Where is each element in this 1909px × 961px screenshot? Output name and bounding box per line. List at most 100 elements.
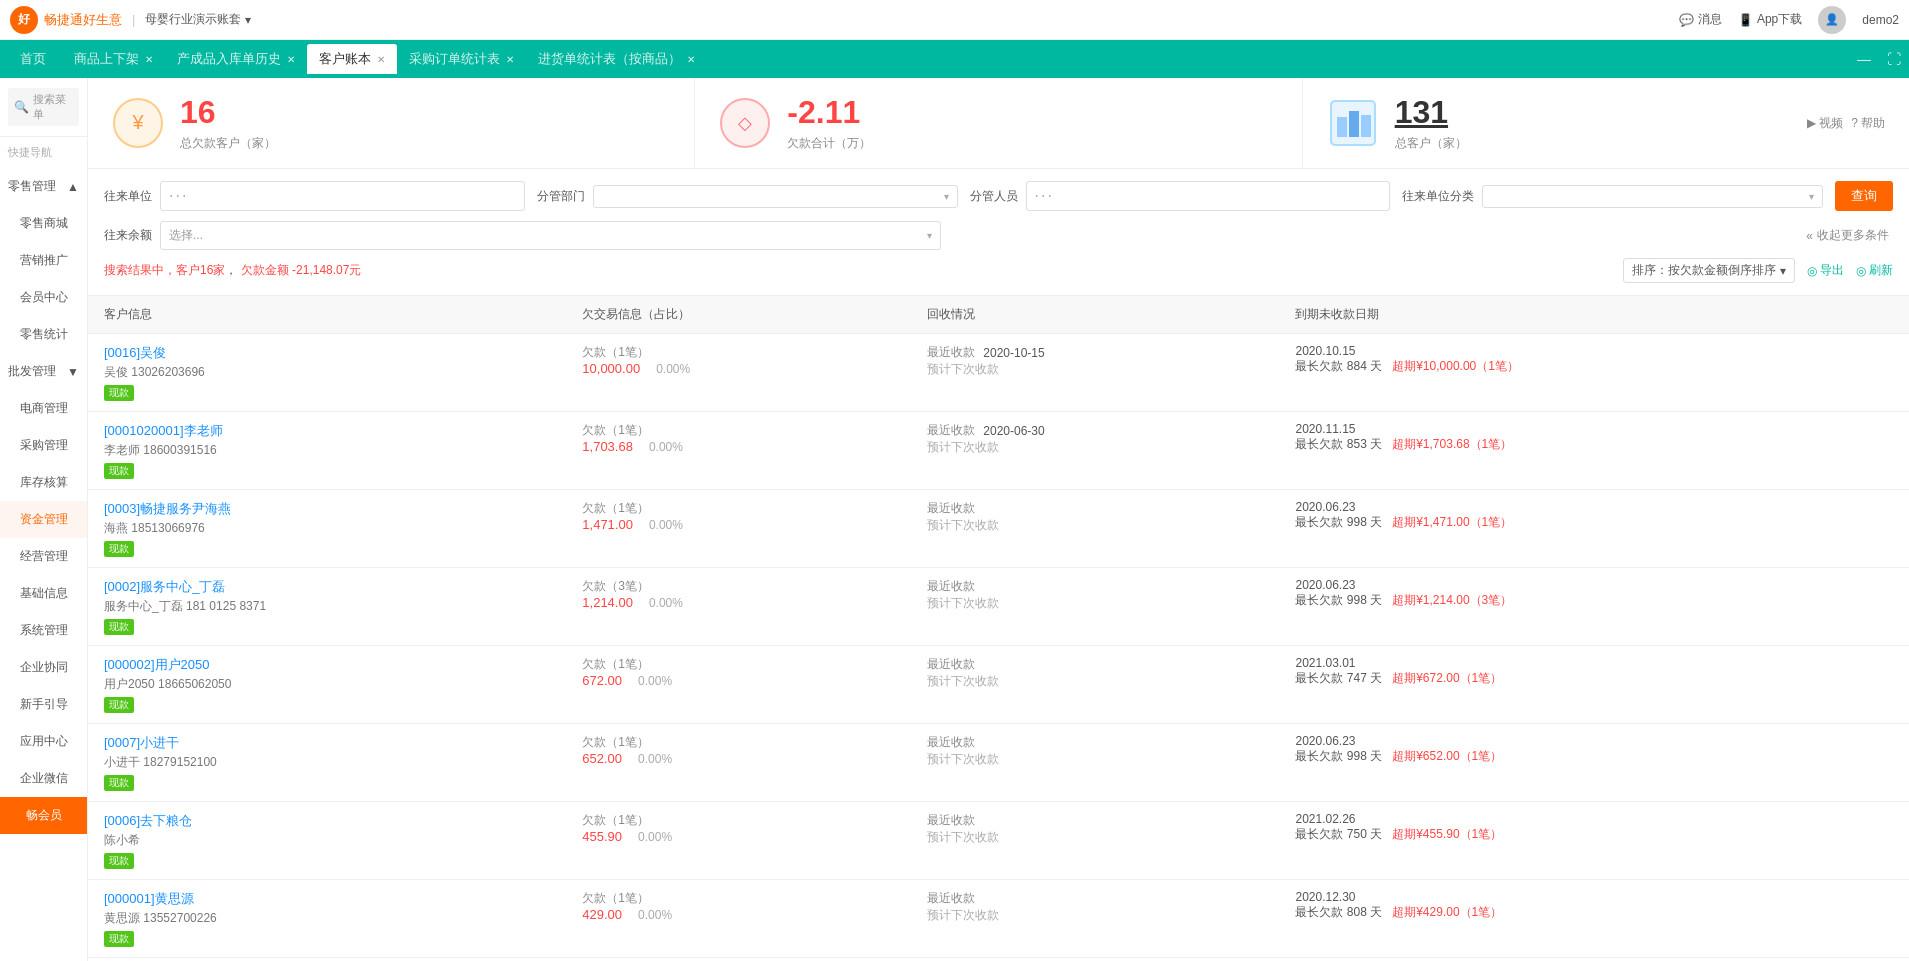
overdue-amount-0[interactable]: 超期¥10,000.00（1笔） — [1392, 358, 1519, 375]
filter-select-balance[interactable]: 选择... ▾ — [160, 221, 941, 250]
last-payment-label-5: 最近收款 — [927, 734, 975, 751]
company-selector[interactable]: 母婴行业演示账套 ▾ — [145, 11, 251, 28]
refresh-label: 刷新 — [1869, 262, 1893, 279]
sort-select[interactable]: 排序：按欠款金额倒序排序 ▾ — [1623, 258, 1795, 283]
export-button[interactable]: ◎ 导出 — [1807, 262, 1844, 279]
sidebar-item-ecom-mgmt[interactable]: 电商管理 — [0, 390, 87, 427]
due-date-7: 2020.12.30 — [1295, 890, 1893, 904]
debt-amount-0: 10,000.00 — [582, 361, 640, 376]
sidebar-item-new-guide[interactable]: 新手引导 — [0, 686, 87, 723]
tab-customer-account-close[interactable]: ✕ — [377, 54, 385, 65]
table-row: [0001020001]李老师 李老师 18600391516 现款 欠款（1笔… — [88, 412, 1909, 490]
last-payment-label-1: 最近收款 — [927, 422, 975, 439]
search-menu-box[interactable]: 🔍 搜索菜单 — [8, 88, 79, 126]
refresh-button[interactable]: ◎ 刷新 — [1856, 262, 1893, 279]
last-payment-label-4: 最近收款 — [927, 656, 975, 673]
customer-id-6[interactable]: [0006]去下粮仓 — [104, 812, 550, 830]
debt-amount-2: 1,471.00 — [582, 517, 633, 532]
tab-products-off[interactable]: 商品上下架 ✕ — [62, 44, 165, 74]
due-date-1: 2020.11.15 — [1295, 422, 1893, 436]
sidebar-item-marketing[interactable]: 营销推广 — [0, 242, 87, 279]
sidebar-item-retail-mall[interactable]: 零售商城 — [0, 205, 87, 242]
filter-group-balance: 往来余额 选择... ▾ — [104, 221, 941, 250]
customer-id-5[interactable]: [0007]小进干 — [104, 734, 550, 752]
filter-select-dept[interactable]: ▾ — [593, 185, 958, 208]
video-btn[interactable]: ▶ 视频 — [1807, 115, 1843, 132]
customer-id-7[interactable]: [000001]黄思源 — [104, 890, 550, 908]
filter-input-unit-value: ··· — [169, 187, 188, 205]
sidebar-item-member-center[interactable]: 会员中心 — [0, 279, 87, 316]
tab-purchase-order-close[interactable]: ✕ — [506, 54, 514, 65]
stat-total-debt: ◇ -2.11 欠款合计（万） — [695, 78, 1302, 168]
sidebar-item-vip-member[interactable]: 畅会员 — [0, 797, 87, 834]
sidebar-item-retail-stats[interactable]: 零售统计 — [0, 316, 87, 353]
overdue-amount-1[interactable]: 超期¥1,703.68（1笔） — [1392, 436, 1512, 453]
customer-tag-0: 现款 — [104, 385, 134, 401]
retail-stats-label: 零售统计 — [20, 327, 68, 341]
tab-products-off-close[interactable]: ✕ — [145, 54, 153, 65]
overdue-amount-4[interactable]: 超期¥672.00（1笔） — [1392, 670, 1502, 687]
tab-purchase-order-label: 采购订单统计表 — [409, 50, 500, 68]
filter-input-person[interactable]: ··· — [1026, 181, 1391, 211]
sidebar-item-basic-info[interactable]: 基础信息 — [0, 575, 87, 612]
enterprise-coop-label: 企业协同 — [20, 660, 68, 674]
stat-total-customers: 131 总客户（家） ▶ 视频 ? 帮助 — [1303, 78, 1909, 168]
ecom-mgmt-label: 电商管理 — [20, 401, 68, 415]
overdue-days-1: 最长欠款 853 天 — [1295, 436, 1382, 453]
sidebar-item-enterprise-coop[interactable]: 企业协同 — [0, 649, 87, 686]
customer-id-4[interactable]: [000002]用户2050 — [104, 656, 550, 674]
collapse-button[interactable]: « 收起更多条件 — [1802, 223, 1893, 248]
overdue-amount-7[interactable]: 超期¥429.00（1笔） — [1392, 904, 1502, 921]
customer-id-2[interactable]: [0003]畅捷服务尹海燕 — [104, 500, 550, 518]
tab-customer-account[interactable]: 客户账本 ✕ — [307, 44, 397, 74]
tab-home[interactable]: 首页 — [4, 44, 62, 74]
table-row: [0007]小进干 小进干 18279152100 现款 欠款（1笔） 652.… — [88, 724, 1909, 802]
tab-production-history[interactable]: 产成品入库单历史 ✕ — [165, 44, 307, 74]
help-btn[interactable]: ? 帮助 — [1851, 115, 1885, 132]
cell-collection-1: 最近收款 2020-06-30 预计下次收款 — [911, 412, 1279, 490]
tab-purchase-order[interactable]: 采购订单统计表 ✕ — [397, 44, 526, 74]
filter-input-unit[interactable]: ··· — [160, 181, 525, 211]
next-payment-3: 预计下次收款 — [927, 595, 1263, 612]
customer-id-1[interactable]: [0001020001]李老师 — [104, 422, 550, 440]
overdue-amount-2[interactable]: 超期¥1,471.00（1笔） — [1392, 514, 1512, 531]
due-date-4: 2021.03.01 — [1295, 656, 1893, 670]
tab-goods-stats[interactable]: 进货单统计表（按商品） ✕ — [526, 44, 707, 74]
cell-collection-4: 最近收款 预计下次收款 — [911, 646, 1279, 724]
due-date-6: 2021.02.26 — [1295, 812, 1893, 826]
customer-id-3[interactable]: [0002]服务中心_丁磊 — [104, 578, 550, 596]
table-row: [0002]服务中心_丁磊 服务中心_丁磊 181 0125 8371 现款 欠… — [88, 568, 1909, 646]
sidebar-item-inventory[interactable]: 库存核算 — [0, 464, 87, 501]
sidebar-item-retail-mgmt[interactable]: 零售管理 ▲ — [0, 168, 87, 205]
filter-select-category[interactable]: ▾ — [1482, 185, 1823, 208]
overdue-amount-3[interactable]: 超期¥1,214.00（3笔） — [1392, 592, 1512, 609]
search-button[interactable]: 查询 — [1835, 181, 1893, 211]
sidebar-item-batch-mgmt[interactable]: 批发管理 ▼ — [0, 353, 87, 390]
tab-production-history-close[interactable]: ✕ — [287, 54, 295, 65]
app-download-btn[interactable]: 📱 App下载 — [1738, 11, 1802, 28]
customer-phone-4: 用户2050 18665062050 — [104, 676, 550, 693]
sidebar-item-finance[interactable]: 资金管理 — [0, 501, 87, 538]
nav-maximize-btn[interactable]: ⛶ — [1883, 47, 1905, 71]
tab-goods-stats-close[interactable]: ✕ — [687, 54, 695, 65]
sidebar-item-enterprise-wechat[interactable]: 企业微信 — [0, 760, 87, 797]
sidebar-item-purchase-mgmt[interactable]: 采购管理 — [0, 427, 87, 464]
sidebar-item-app-center[interactable]: 应用中心 — [0, 723, 87, 760]
customer-tag-2: 现款 — [104, 541, 134, 557]
message-btn[interactable]: 💬 消息 — [1679, 11, 1722, 28]
cell-customer-info-4: [000002]用户2050 用户2050 18665062050 现款 — [88, 646, 566, 724]
filter-row-2: 往来余额 选择... ▾ « 收起更多条件 — [104, 221, 1893, 250]
user-avatar[interactable]: 👤 — [1818, 6, 1846, 34]
last-payment-label-7: 最近收款 — [927, 890, 975, 907]
overdue-amount-5[interactable]: 超期¥652.00（1笔） — [1392, 748, 1502, 765]
sidebar-search-area[interactable]: 🔍 搜索菜单 — [0, 78, 87, 137]
customer-phone-0: 吴俊 13026203696 — [104, 364, 550, 381]
sidebar-item-ops-mgmt[interactable]: 经营管理 — [0, 538, 87, 575]
nav-minimize-btn[interactable]: — — [1853, 47, 1875, 71]
stat-icon-3 — [1327, 97, 1379, 149]
sidebar-item-sys-mgmt[interactable]: 系统管理 — [0, 612, 87, 649]
batch-mgmt-label: 批发管理 — [8, 363, 56, 380]
overdue-amount-6[interactable]: 超期¥455.90（1笔） — [1392, 826, 1502, 843]
customer-id-0[interactable]: [0016]吴俊 — [104, 344, 550, 362]
download-icon: 📱 — [1738, 13, 1753, 27]
